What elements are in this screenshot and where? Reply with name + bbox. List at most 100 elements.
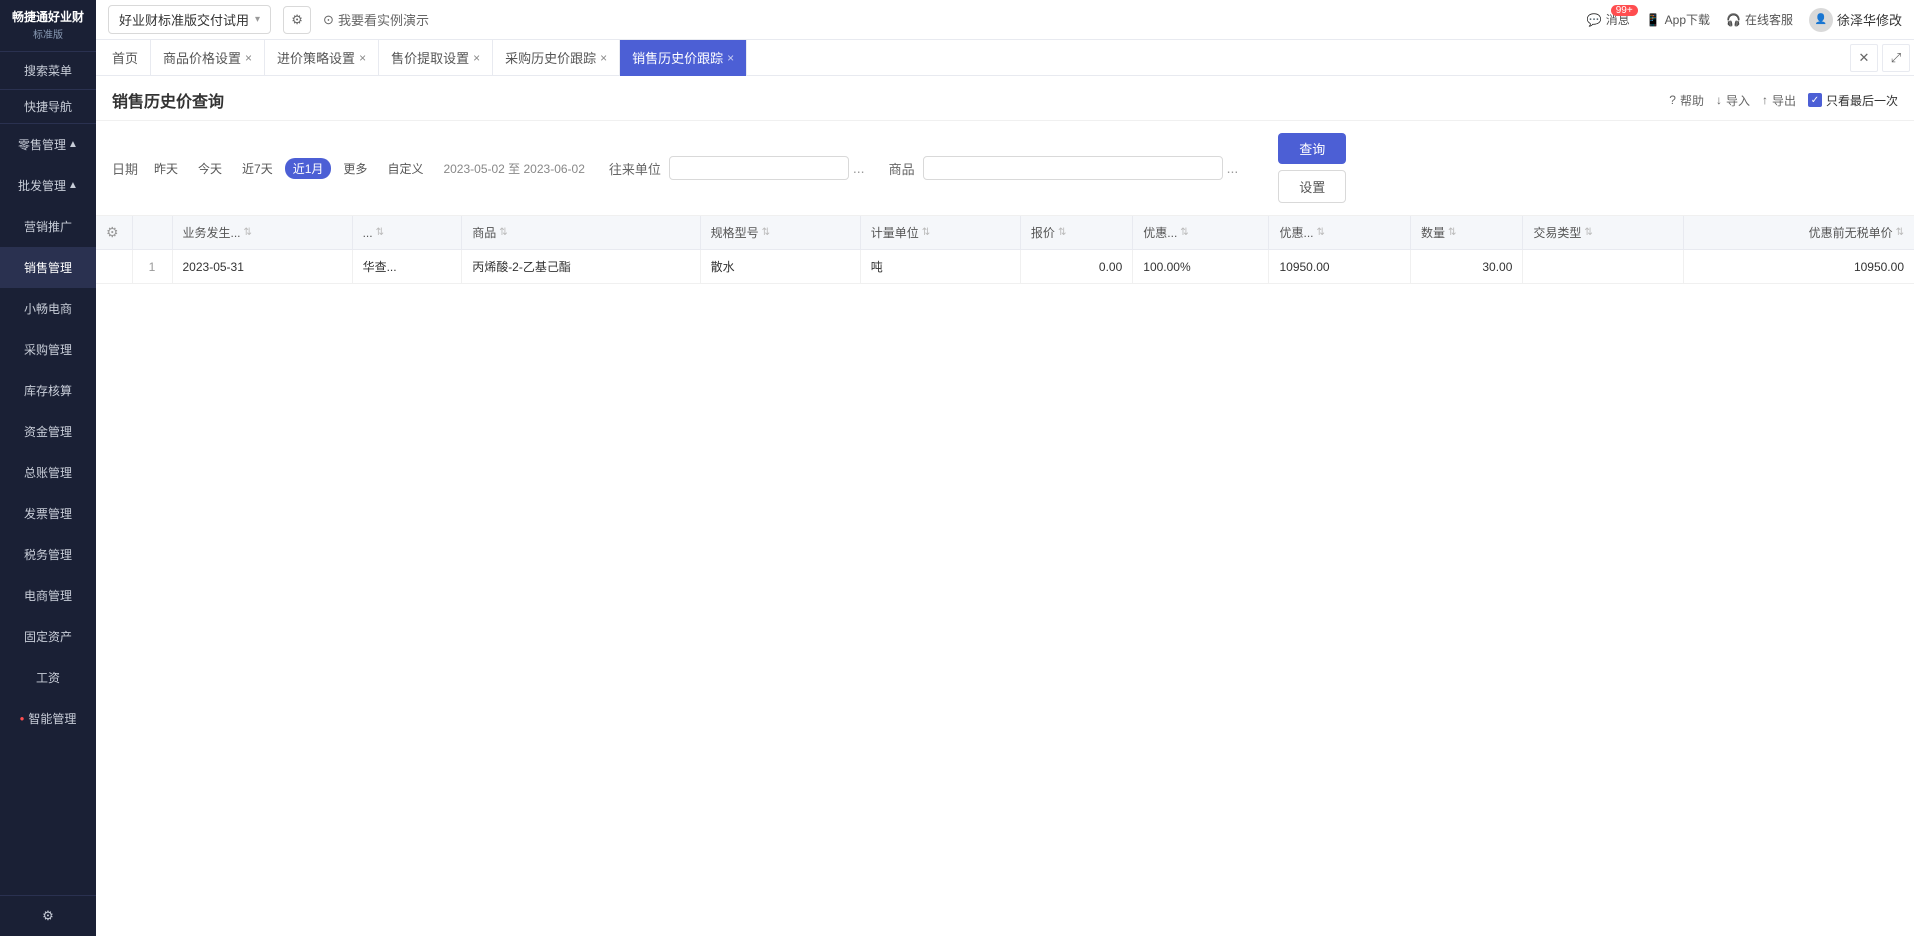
sidebar-item-invoice[interactable]: 发票管理 [0, 493, 96, 534]
tab-price-extract[interactable]: 售价提取设置 × [379, 40, 493, 76]
sort-icon-type: ⇅ [1584, 227, 1592, 238]
table-gear-icon[interactable]: ⚙ [106, 224, 119, 240]
filter-row: 日期 昨天 今天 近7天 近1月 更多 自定义 2023-05-02 至 202… [112, 133, 1898, 203]
sidebar-item-label: 税务管理 [24, 546, 72, 563]
row-gear-cell [96, 250, 132, 284]
col-product-label: 商品 [472, 224, 496, 241]
sidebar-item-inventory[interactable]: 库存核算 [0, 370, 96, 411]
sidebar-logo[interactable]: 畅捷通好业财 标准版 [0, 0, 96, 52]
sidebar-item-ecom-small[interactable]: 小畅电商 [0, 288, 96, 329]
sidebar-quick-nav[interactable]: 快捷导航 [0, 90, 96, 124]
product-input[interactable] [923, 156, 1223, 180]
row-spec-cell: 散水 [700, 250, 860, 284]
row-qty-cell: 30.00 [1411, 250, 1523, 284]
sidebar-item-purchase[interactable]: 采购管理 [0, 329, 96, 370]
col-price[interactable]: 报价 ⇅ [1020, 216, 1132, 250]
sidebar-item-marketing[interactable]: 营销推广 [0, 206, 96, 247]
date-btn-today[interactable]: 今天 [190, 158, 230, 179]
query-button[interactable]: 查询 [1278, 133, 1346, 164]
row-discount1-cell: 100.00% [1133, 250, 1269, 284]
sidebar-item-assets[interactable]: 固定资产 [0, 616, 96, 657]
product-search-dots[interactable]: ... [1227, 160, 1239, 176]
supplier-input[interactable] [669, 156, 849, 180]
tab-product-price-label: 商品价格设置 [163, 48, 241, 67]
data-table: ⚙ 业务发生... ⇅ ... ⇅ [96, 216, 1914, 284]
sort-icon-more: ⇅ [376, 227, 384, 238]
date-btn-more[interactable]: 更多 [335, 158, 375, 179]
col-spec[interactable]: 规格型号 ⇅ [700, 216, 860, 250]
tab-maximize-btn[interactable]: ⤢ [1882, 44, 1910, 72]
sidebar-item-tax[interactable]: 税务管理 [0, 534, 96, 575]
tab-sales-history[interactable]: 销售历史价跟踪 × [620, 40, 747, 76]
col-more[interactable]: ... ⇅ [352, 216, 462, 250]
import-link[interactable]: ↓ 导入 [1716, 92, 1750, 109]
logo-title: 畅捷通好业财 [8, 10, 88, 26]
sidebar-item-retail[interactable]: 零售管理 ▲ [0, 124, 96, 165]
col-discount2[interactable]: 优惠... ⇅ [1269, 216, 1411, 250]
sidebar-item-wholesale[interactable]: 批发管理 ▲ [0, 165, 96, 206]
download-icon: 📱 [1646, 13, 1661, 27]
col-notax-price[interactable]: 优惠前无税单价 ⇅ [1683, 216, 1914, 250]
sidebar-item-ecom[interactable]: 电商管理 [0, 575, 96, 616]
sidebar-item-smart[interactable]: 智能管理 [0, 698, 96, 739]
help-link[interactable]: ? 帮助 [1669, 92, 1704, 109]
date-btn-yesterday[interactable]: 昨天 [146, 158, 186, 179]
last-only-label: 只看最后一次 [1826, 92, 1898, 109]
col-product[interactable]: 商品 ⇅ [462, 216, 700, 250]
row-number-cell: 1 [132, 250, 172, 284]
version-selector[interactable]: 好业财标准版交付试用 ▾ [108, 5, 271, 34]
settings-button[interactable]: 设置 [1278, 170, 1346, 203]
tab-product-price[interactable]: 商品价格设置 × [151, 40, 265, 76]
tab-purchase-history[interactable]: 采购历史价跟踪 × [493, 40, 620, 76]
export-link[interactable]: ↑ 导出 [1762, 92, 1796, 109]
sidebar-item-sales[interactable]: 销售管理 [0, 247, 96, 288]
tab-home[interactable]: 首页 [100, 40, 151, 76]
product-filter: 商品 ... [889, 156, 1239, 180]
date-btn-last1month[interactable]: 近1月 [285, 158, 332, 179]
sidebar-item-general[interactable]: 总账管理 [0, 452, 96, 493]
row-notax-price-cell: 10950.00 [1683, 250, 1914, 284]
tab-purchase-history-close[interactable]: × [600, 51, 607, 65]
online-service-button[interactable]: 🎧 在线客服 [1726, 11, 1793, 28]
tab-price-extract-close[interactable]: × [473, 51, 480, 65]
close-icon: ✕ [1859, 50, 1870, 66]
col-discount1[interactable]: 优惠... ⇅ [1133, 216, 1269, 250]
last-only-checkbox[interactable]: ✓ 只看最后一次 [1808, 92, 1898, 109]
date-btn-last7[interactable]: 近7天 [234, 158, 281, 179]
col-unit[interactable]: 计量单位 ⇅ [860, 216, 1020, 250]
checkbox-checked-icon: ✓ [1808, 93, 1822, 107]
row-product-cell: 丙烯酸-2-乙基己酯 [462, 250, 700, 284]
demo-label: 我要看实例演示 [338, 10, 429, 29]
app-download-button[interactable]: 📱 App下载 [1646, 11, 1710, 28]
main-content: 好业财标准版交付试用 ▾ ⚙ ⊙ 我要看实例演示 💬 消息 99+ 📱 App下… [96, 0, 1914, 936]
messages-button[interactable]: 💬 消息 99+ [1587, 11, 1630, 28]
demo-button[interactable]: ⊙ 我要看实例演示 [323, 10, 429, 29]
user-button[interactable]: 👤 徐泽华修改 [1809, 8, 1902, 32]
tab-price-strategy[interactable]: 进价策略设置 × [265, 40, 379, 76]
play-icon: ⊙ [323, 12, 334, 28]
tab-product-price-close[interactable]: × [245, 51, 252, 65]
export-label: 导出 [1772, 92, 1796, 109]
sort-icon-notax: ⇅ [1896, 227, 1904, 238]
sidebar-search-menu[interactable]: 搜索菜单 [0, 52, 96, 90]
logo-sub: 标准版 [8, 26, 88, 41]
action-buttons: 查询 设置 [1278, 133, 1346, 203]
date-btn-custom[interactable]: 自定义 [379, 158, 431, 179]
col-spec-label: 规格型号 [711, 224, 759, 241]
supplier-search-dots[interactable]: ... [853, 160, 865, 176]
sidebar-item-capital[interactable]: 资金管理 [0, 411, 96, 452]
sidebar-item-salary[interactable]: 工资 [0, 657, 96, 698]
col-date[interactable]: 业务发生... ⇅ [172, 216, 352, 250]
col-type[interactable]: 交易类型 ⇅ [1523, 216, 1683, 250]
tab-price-strategy-close[interactable]: × [359, 51, 366, 65]
col-discount1-label: 优惠... [1143, 224, 1177, 241]
sort-icon-discount1: ⇅ [1180, 227, 1188, 238]
col-qty[interactable]: 数量 ⇅ [1411, 216, 1523, 250]
tab-close-window-btn[interactable]: ✕ [1850, 44, 1878, 72]
sidebar-item-label: 库存核算 [24, 382, 72, 399]
page-actions: ? 帮助 ↓ 导入 ↑ 导出 ✓ 只看最后一次 [1669, 92, 1898, 109]
tab-sales-history-close[interactable]: × [727, 51, 734, 65]
tab-home-label: 首页 [112, 48, 138, 67]
header-gear-button[interactable]: ⚙ [283, 6, 311, 34]
sidebar-settings-btn[interactable]: ⚙ [0, 895, 96, 936]
